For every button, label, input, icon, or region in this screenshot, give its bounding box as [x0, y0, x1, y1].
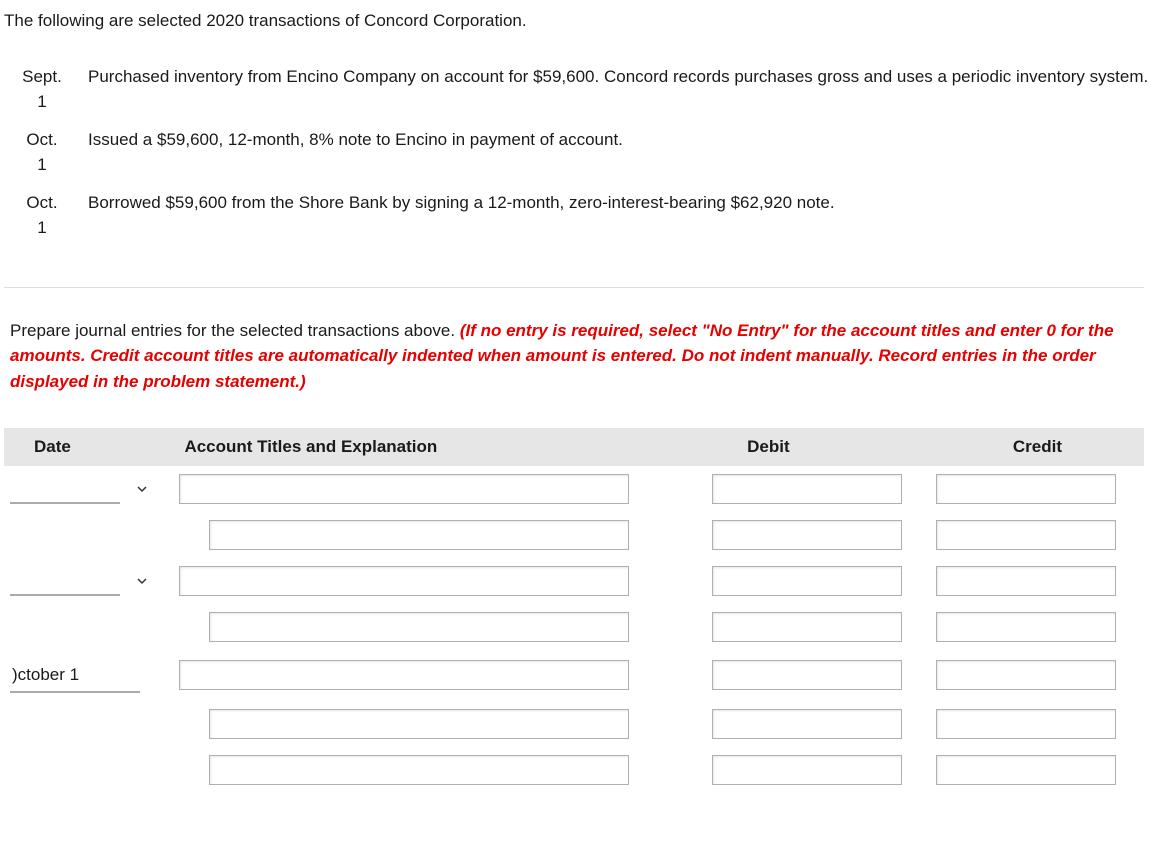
trans-desc-1: Issued a $59,600, 12-month, 8% note to E…: [74, 121, 1150, 184]
header-date: Date: [4, 428, 174, 466]
trans-desc-2: Borrowed $59,600 from the Shore Bank by …: [74, 184, 1150, 247]
debit-input[interactable]: [712, 612, 902, 642]
account-title-input[interactable]: [209, 709, 629, 739]
account-title-input[interactable]: [179, 660, 629, 690]
trans-date-2: Oct.1: [10, 184, 74, 247]
date-select[interactable]: [10, 566, 120, 596]
chevron-down-icon[interactable]: [132, 571, 152, 591]
account-title-input[interactable]: [209, 612, 629, 642]
header-credit: Credit: [931, 428, 1144, 466]
table-row: [4, 701, 1144, 747]
debit-input[interactable]: [712, 709, 902, 739]
credit-input[interactable]: [936, 709, 1116, 739]
date-select[interactable]: [10, 474, 120, 504]
debit-input[interactable]: [712, 520, 902, 550]
header-acct: Account Titles and Explanation: [174, 428, 707, 466]
credit-input[interactable]: [936, 520, 1116, 550]
credit-input[interactable]: [936, 755, 1116, 785]
header-debit: Debit: [707, 428, 931, 466]
debit-input[interactable]: [712, 660, 902, 690]
date-static: )ctober 1: [10, 658, 140, 694]
credit-input[interactable]: [936, 566, 1116, 596]
credit-input[interactable]: [936, 660, 1116, 690]
credit-input[interactable]: [936, 612, 1116, 642]
table-row: [4, 466, 1144, 512]
debit-input[interactable]: [712, 755, 902, 785]
trans-desc-0: Purchased inventory from Encino Company …: [74, 58, 1150, 121]
instr-black: Prepare journal entries for the selected…: [10, 321, 460, 340]
account-title-input[interactable]: [179, 474, 629, 504]
chevron-down-icon[interactable]: [132, 479, 152, 499]
debit-input[interactable]: [712, 566, 902, 596]
account-title-input[interactable]: [209, 755, 629, 785]
account-title-input[interactable]: [209, 520, 629, 550]
table-row: [4, 747, 1144, 793]
credit-input[interactable]: [936, 474, 1116, 504]
debit-input[interactable]: [712, 474, 902, 504]
table-row: [4, 604, 1144, 650]
instructions: Prepare journal entries for the selected…: [4, 288, 1144, 415]
table-row: [4, 558, 1144, 604]
table-row: [4, 512, 1144, 558]
trans-date-1: Oct.1: [10, 121, 74, 184]
table-row: )ctober 1: [4, 650, 1144, 702]
intro-text: The following are selected 2020 transact…: [4, 8, 1144, 34]
transactions-list: Sept.1 Purchased inventory from Encino C…: [10, 58, 1150, 247]
trans-date-0: Sept.1: [10, 58, 74, 121]
account-title-input[interactable]: [179, 566, 629, 596]
journal-entry-table: Date Account Titles and Explanation Debi…: [4, 428, 1144, 793]
